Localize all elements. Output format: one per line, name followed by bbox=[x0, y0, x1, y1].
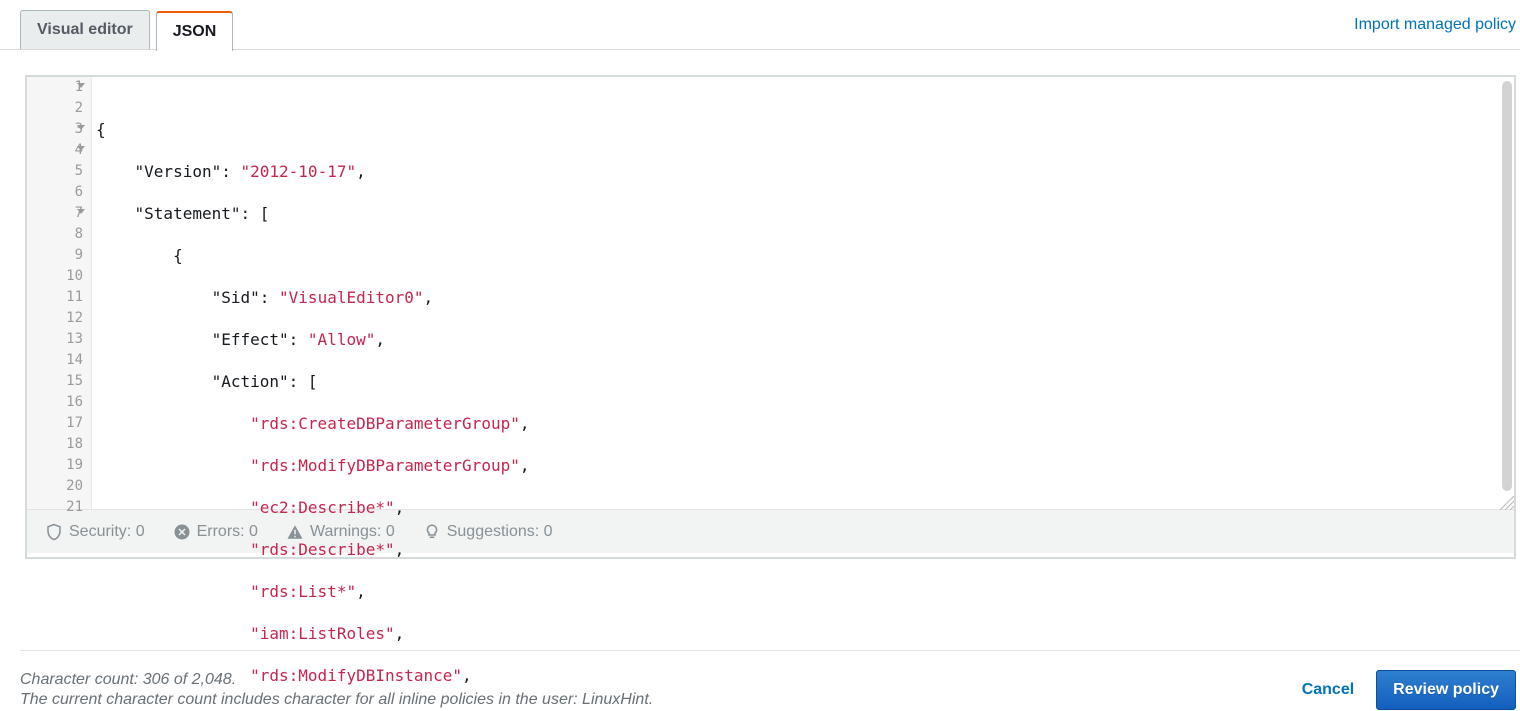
character-count: Character count: 306 of 2,048. bbox=[20, 670, 653, 690]
tab-bar: Visual editor JSON Import managed policy bbox=[0, 0, 1520, 50]
tab-json[interactable]: JSON bbox=[156, 11, 234, 51]
gutter-line: 3 bbox=[27, 119, 83, 140]
gutter-line: 19 bbox=[27, 455, 83, 476]
resize-handle[interactable] bbox=[1500, 495, 1514, 509]
character-count-area: Character count: 306 of 2,048. The curre… bbox=[20, 670, 653, 710]
editor-gutter: 1 2 3 4 5 6 7 8 9 10 11 12 13 14 15 16 1… bbox=[27, 77, 92, 509]
cancel-button[interactable]: Cancel bbox=[1298, 673, 1358, 707]
fold-icon[interactable] bbox=[77, 125, 85, 130]
gutter-line: 10 bbox=[27, 266, 83, 287]
tab-visual-editor[interactable]: Visual editor bbox=[20, 10, 150, 49]
gutter-line: 13 bbox=[27, 329, 83, 350]
gutter-line: 7 bbox=[27, 203, 83, 224]
fold-icon[interactable] bbox=[77, 209, 85, 214]
gutter-line: 9 bbox=[27, 245, 83, 266]
gutter-line: 1 bbox=[27, 77, 83, 98]
gutter-line: 8 bbox=[27, 224, 83, 245]
import-managed-policy-link[interactable]: Import managed policy bbox=[1354, 16, 1520, 34]
footer-separator bbox=[20, 650, 1520, 651]
code-content[interactable]: { "Version": "2012-10-17", "Statement": … bbox=[92, 77, 1514, 509]
gutter-line: 21 bbox=[27, 497, 83, 518]
gutter-line: 17 bbox=[27, 413, 83, 434]
footer: Character count: 306 of 2,048. The curre… bbox=[20, 670, 1516, 710]
json-editor: 1 2 3 4 5 6 7 8 9 10 11 12 13 14 15 16 1… bbox=[25, 75, 1516, 559]
code-area[interactable]: 1 2 3 4 5 6 7 8 9 10 11 12 13 14 15 16 1… bbox=[27, 77, 1514, 509]
gutter-line: 12 bbox=[27, 308, 83, 329]
fold-icon[interactable] bbox=[77, 146, 85, 151]
review-policy-button[interactable]: Review policy bbox=[1376, 670, 1516, 710]
active-line-highlight bbox=[92, 77, 1514, 98]
shield-icon bbox=[45, 523, 63, 541]
gutter-line: 6 bbox=[27, 182, 83, 203]
gutter-line: 20 bbox=[27, 476, 83, 497]
footer-actions: Cancel Review policy bbox=[1298, 670, 1516, 710]
gutter-line: 5 bbox=[27, 161, 83, 182]
gutter-line: 16 bbox=[27, 392, 83, 413]
tabs: Visual editor JSON bbox=[0, 0, 239, 49]
gutter-line: 2 bbox=[27, 98, 83, 119]
gutter-line: 11 bbox=[27, 287, 83, 308]
character-count-note: The current character count includes cha… bbox=[20, 690, 653, 710]
gutter-line: 4 bbox=[27, 140, 83, 161]
fold-icon[interactable] bbox=[77, 83, 85, 88]
gutter-line: 14 bbox=[27, 350, 83, 371]
gutter-line: 15 bbox=[27, 371, 83, 392]
vertical-scrollbar[interactable] bbox=[1502, 81, 1512, 491]
gutter-line: 18 bbox=[27, 434, 83, 455]
